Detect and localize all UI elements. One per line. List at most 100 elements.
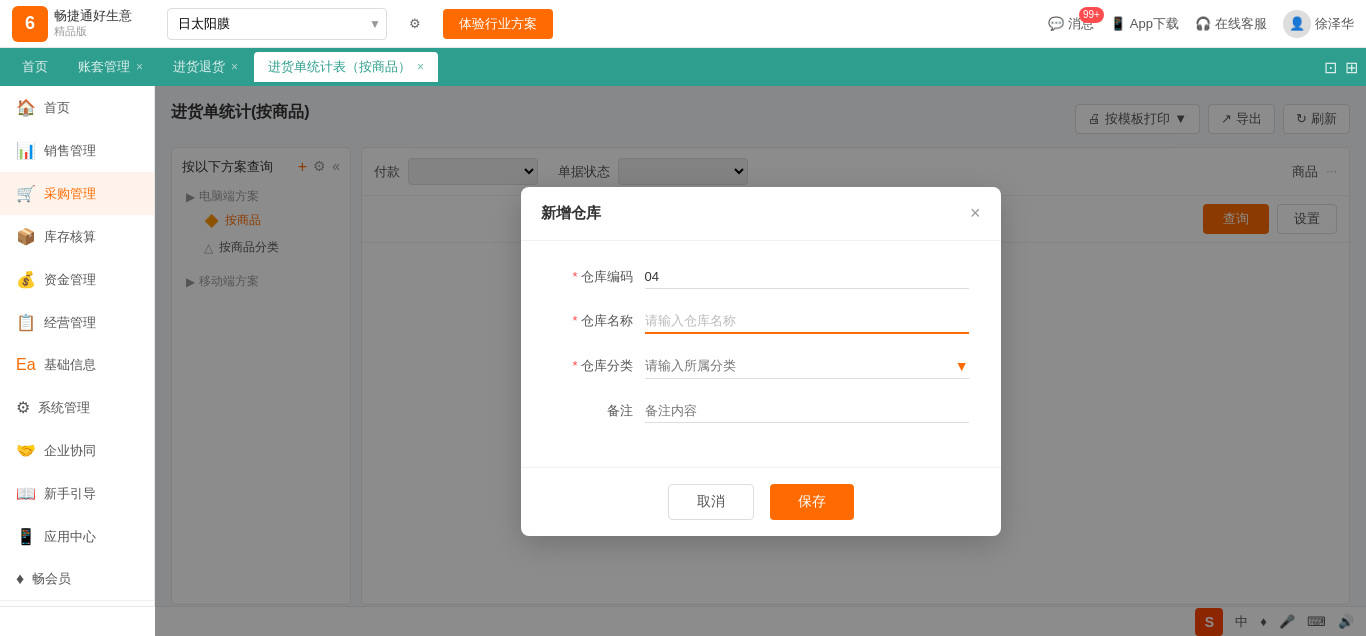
sidebar-item-inventory[interactable]: 📦 库存核算 [0, 215, 154, 258]
sales-icon: 📊 [16, 141, 36, 160]
message-btn[interactable]: 💬 消息 99+ [1048, 15, 1094, 33]
sidebar-inventory-label: 库存核算 [44, 228, 96, 246]
sidebar-system-label: 系统管理 [38, 399, 90, 417]
modal-close-btn[interactable]: × [970, 203, 981, 224]
user-area[interactable]: 👤 徐泽华 [1283, 10, 1354, 38]
message-badge: 99+ [1079, 7, 1104, 23]
sidebar-management-label: 经营管理 [44, 314, 96, 332]
settings-icon[interactable]: ⚙ [399, 8, 431, 40]
tab-purchase-return-close[interactable]: × [231, 60, 238, 74]
tab-account-close[interactable]: × [136, 60, 143, 74]
appstore-icon: 📱 [16, 527, 36, 546]
tab-account[interactable]: 账套管理 × [64, 52, 157, 82]
inventory-icon: 📦 [16, 227, 36, 246]
sidebar-item-member[interactable]: ♦ 畅会员 [0, 558, 154, 600]
code-input[interactable] [645, 265, 969, 289]
form-row-category: 仓库分类 ▼ [553, 354, 969, 379]
tab-account-label: 账套管理 [78, 58, 130, 76]
name-input[interactable] [645, 309, 969, 334]
sidebar-item-basic-info[interactable]: Ea 基础信息 [0, 344, 154, 386]
avatar: 👤 [1283, 10, 1311, 38]
tab-home-label: 首页 [22, 58, 48, 76]
username: 徐泽华 [1315, 15, 1354, 33]
modal-header: 新增仓库 × [521, 187, 1001, 241]
name-label: 仓库名称 [553, 312, 633, 330]
sidebar-item-enterprise[interactable]: 🤝 企业协同 [0, 429, 154, 472]
sidebar-item-guide[interactable]: 📖 新手引导 [0, 472, 154, 515]
experience-btn[interactable]: 体验行业方案 [443, 9, 553, 39]
purchase-icon: 🛒 [16, 184, 36, 203]
sidebar-item-home[interactable]: 🏠 首页 [0, 86, 154, 129]
message-icon: 💬 [1048, 16, 1064, 31]
sidebar-purchase-label: 采购管理 [44, 185, 96, 203]
app-download-btn[interactable]: 📱 App下载 [1110, 15, 1179, 33]
tab-purchase-return[interactable]: 进货退货 × [159, 52, 252, 82]
sidebar-item-sales[interactable]: 📊 销售管理 [0, 129, 154, 172]
tab-restore-icon[interactable]: ⊡ [1324, 58, 1337, 77]
top-header: 6 畅捷通好生意 精品版 ▼ ⚙ 体验行业方案 💬 消息 99+ 📱 App下载… [0, 0, 1366, 48]
basic-info-icon: Ea [16, 356, 36, 374]
tab-expand-icon[interactable]: ⊞ [1345, 58, 1358, 77]
tab-purchase-return-label: 进货退货 [173, 58, 225, 76]
modal-body: 仓库编码 仓库名称 仓库分类 ▼ [521, 241, 1001, 467]
cancel-btn[interactable]: 取消 [668, 484, 754, 520]
guide-icon: 📖 [16, 484, 36, 503]
code-label: 仓库编码 [553, 268, 633, 286]
sidebar-sales-label: 销售管理 [44, 142, 96, 160]
logo-icon: 6 [12, 6, 48, 42]
online-service-label: 在线客服 [1215, 15, 1267, 33]
note-input[interactable] [645, 399, 969, 423]
system-icon: ⚙ [16, 398, 30, 417]
sidebar-basic-info-label: 基础信息 [44, 356, 96, 374]
tab-purchase-stats-label: 进货单统计表（按商品） [268, 58, 411, 76]
home-icon: 🏠 [16, 98, 36, 117]
sidebar-guide-label: 新手引导 [44, 485, 96, 503]
modal-title: 新增仓库 [541, 204, 601, 223]
mobile-icon: 📱 [1110, 16, 1126, 31]
modal-footer: 取消 保存 [521, 467, 1001, 536]
sidebar-item-purchase[interactable]: 🛒 采购管理 [0, 172, 154, 215]
modal-add-warehouse: 新增仓库 × 仓库编码 仓库名称 仓库分类 [521, 187, 1001, 536]
app-dl-label: App下载 [1130, 15, 1179, 33]
sidebar-finance-label: 资金管理 [44, 271, 96, 289]
content-area: 进货单统计(按商品) 🖨 按模板打印 ▼ ↗ 导出 ↻ 刷新 [155, 86, 1366, 636]
tab-bar: 首页 账套管理 × 进货退货 × 进货单统计表（按商品） × ⊡ ⊞ [0, 48, 1366, 86]
enterprise-icon: 🤝 [16, 441, 36, 460]
category-label: 仓库分类 [553, 357, 633, 375]
form-row-code: 仓库编码 [553, 265, 969, 289]
sidebar-enterprise-label: 企业协同 [44, 442, 96, 460]
sidebar-member-label: 畅会员 [32, 570, 71, 588]
tab-icons: ⊡ ⊞ [1324, 58, 1358, 77]
online-service-btn[interactable]: 🎧 在线客服 [1195, 15, 1267, 33]
sidebar-item-finance[interactable]: 💰 资金管理 [0, 258, 154, 301]
modal-overlay: 新增仓库 × 仓库编码 仓库名称 仓库分类 [155, 86, 1366, 636]
note-label: 备注 [553, 402, 633, 420]
sidebar: 🏠 首页 📊 销售管理 🛒 采购管理 📦 库存核算 💰 资金管理 📋 经营管理 … [0, 86, 155, 636]
sidebar-item-management[interactable]: 📋 经营管理 [0, 301, 154, 344]
sidebar-home-label: 首页 [44, 99, 70, 117]
app-name: 畅捷通好生意 [54, 8, 132, 25]
form-row-note: 备注 [553, 399, 969, 423]
category-input[interactable] [645, 358, 955, 373]
app-sub: 精品版 [54, 24, 132, 39]
header-right: 💬 消息 99+ 📱 App下载 🎧 在线客服 👤 徐泽华 [1048, 10, 1354, 38]
member-icon: ♦ [16, 570, 24, 588]
category-dropdown-icon[interactable]: ▼ [955, 358, 969, 374]
category-select[interactable]: ▼ [645, 354, 969, 379]
sidebar-item-appstore[interactable]: 📱 应用中心 [0, 515, 154, 558]
sidebar-item-system[interactable]: ⚙ 系统管理 [0, 386, 154, 429]
finance-icon: 💰 [16, 270, 36, 289]
header-search-area: ▼ [167, 8, 387, 40]
search-input[interactable] [167, 8, 387, 40]
search-dropdown-icon[interactable]: ▼ [369, 17, 381, 31]
management-icon: 📋 [16, 313, 36, 332]
sidebar-appstore-label: 应用中心 [44, 528, 96, 546]
tab-home[interactable]: 首页 [8, 52, 62, 82]
headset-icon: 🎧 [1195, 16, 1211, 31]
main-layout: 🏠 首页 📊 销售管理 🛒 采购管理 📦 库存核算 💰 资金管理 📋 经营管理 … [0, 86, 1366, 636]
tab-purchase-stats[interactable]: 进货单统计表（按商品） × [254, 52, 438, 82]
save-btn[interactable]: 保存 [770, 484, 854, 520]
tab-purchase-stats-close[interactable]: × [417, 60, 424, 74]
form-row-name: 仓库名称 [553, 309, 969, 334]
logo-area: 6 畅捷通好生意 精品版 [12, 6, 167, 42]
